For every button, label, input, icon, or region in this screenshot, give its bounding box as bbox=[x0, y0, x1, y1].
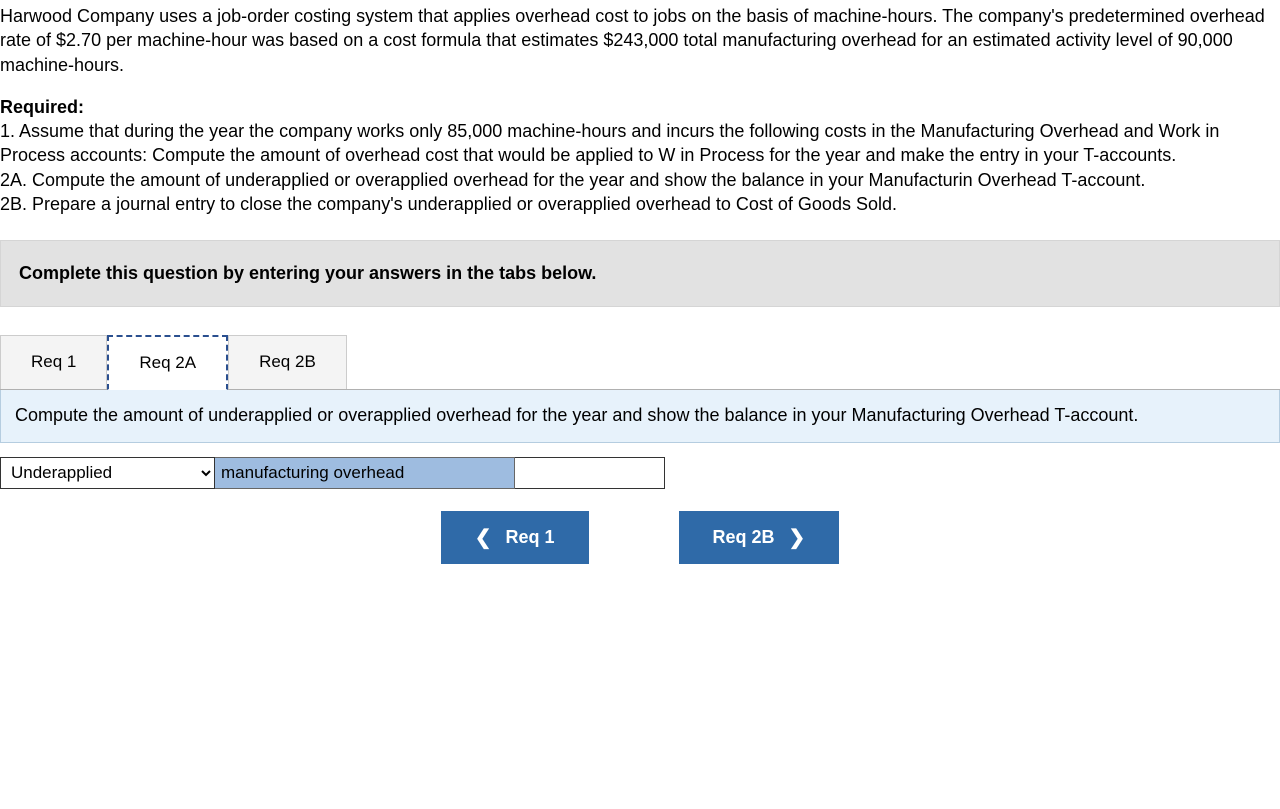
tab-content-header: Compute the amount of underapplied or ov… bbox=[0, 390, 1280, 442]
required-item-2a: 2A. Compute the amount of underapplied o… bbox=[0, 168, 1280, 192]
tab-req2a[interactable]: Req 2A bbox=[107, 335, 228, 390]
tab-req2b[interactable]: Req 2B bbox=[228, 335, 347, 389]
tab-req1[interactable]: Req 1 bbox=[0, 335, 107, 389]
overhead-type-select[interactable]: Underapplied bbox=[0, 457, 215, 489]
overhead-label-box: manufacturing overhead bbox=[215, 457, 515, 489]
next-button[interactable]: Req 2B ❯ bbox=[679, 511, 840, 564]
question-text-block: Harwood Company uses a job-order costing… bbox=[0, 0, 1280, 216]
instruction-bar-text: Complete this question by entering your … bbox=[19, 263, 596, 283]
required-item-2b: 2B. Prepare a journal entry to close the… bbox=[0, 192, 1280, 216]
instruction-bar: Complete this question by entering your … bbox=[0, 240, 1280, 307]
next-button-label: Req 2B bbox=[713, 527, 775, 548]
answer-section: Complete this question by entering your … bbox=[0, 240, 1280, 583]
prev-button-label: Req 1 bbox=[505, 527, 554, 548]
question-intro: Harwood Company uses a job-order costing… bbox=[0, 4, 1280, 77]
chevron-left-icon: ❮ bbox=[475, 525, 492, 550]
required-item-1: 1. Assume that during the year the compa… bbox=[0, 119, 1280, 168]
chevron-right-icon: ❯ bbox=[789, 525, 806, 550]
required-label: Required: bbox=[0, 95, 1280, 119]
tabs-row: Req 1 Req 2A Req 2B bbox=[0, 335, 1280, 390]
prev-button[interactable]: ❮ Req 1 bbox=[441, 511, 589, 564]
overhead-amount-input[interactable] bbox=[515, 457, 665, 489]
required-section: Required: 1. Assume that during the year… bbox=[0, 95, 1280, 216]
nav-row: ❮ Req 1 Req 2B ❯ bbox=[0, 511, 1280, 584]
input-row: Underapplied manufacturing overhead bbox=[0, 457, 1280, 489]
